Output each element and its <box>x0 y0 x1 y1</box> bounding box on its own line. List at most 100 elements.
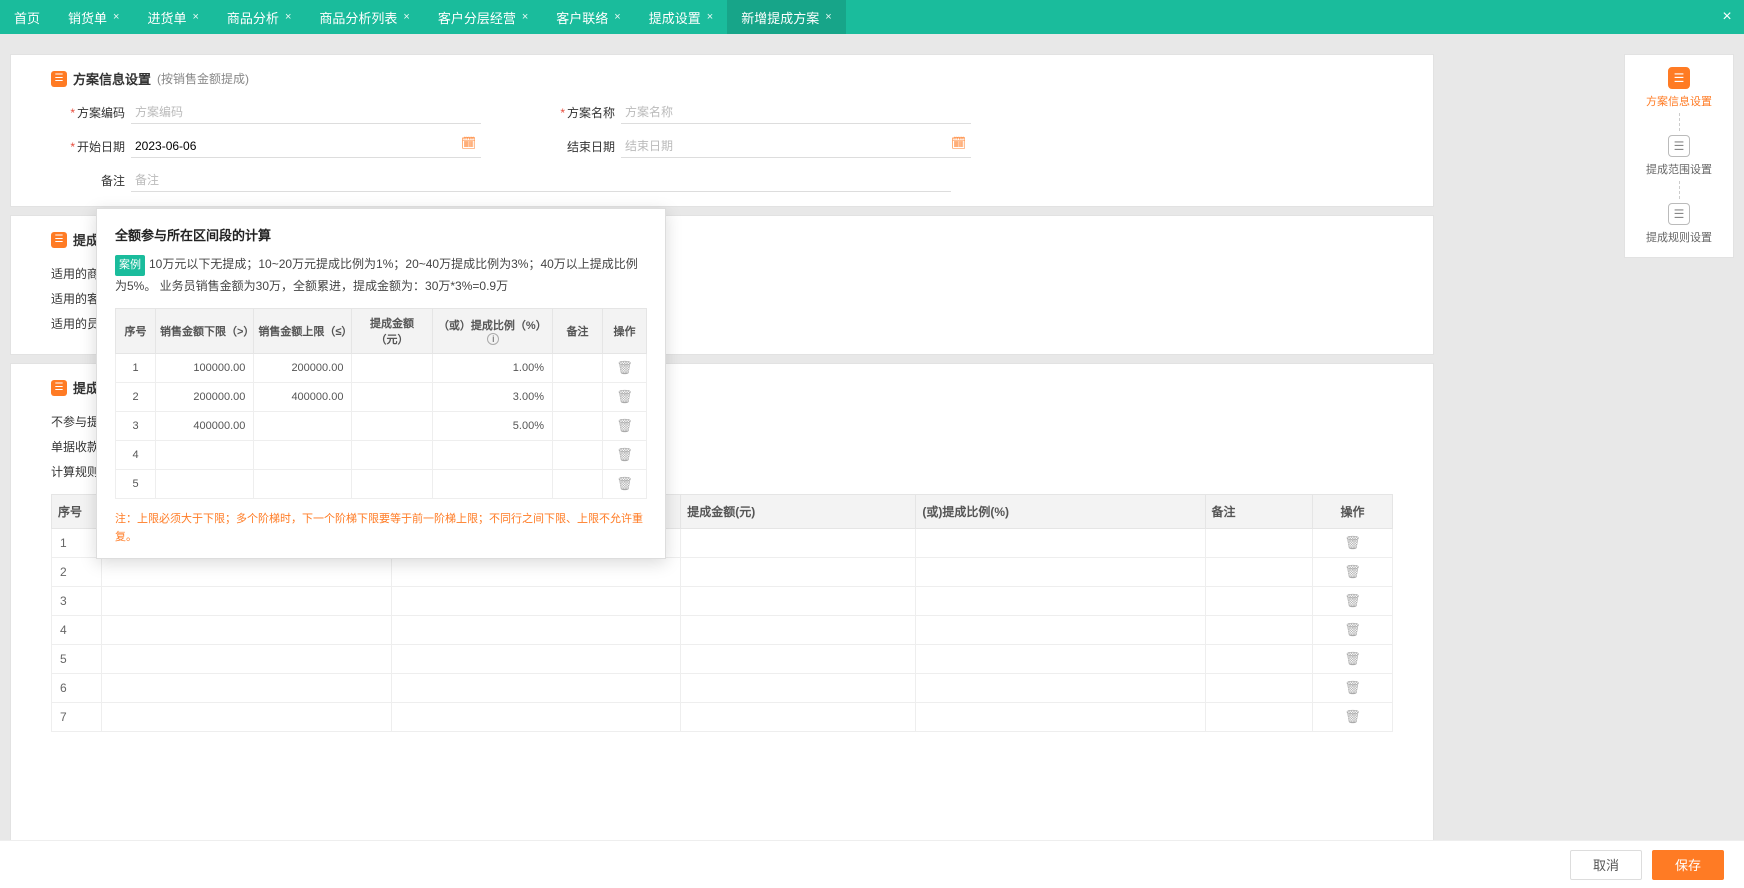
cell-amount[interactable] <box>681 703 916 732</box>
cell-remark[interactable] <box>553 470 603 499</box>
calendar-icon[interactable]: 🗓 <box>951 136 967 152</box>
cell-high[interactable] <box>392 645 681 674</box>
cell-ratio[interactable] <box>916 645 1205 674</box>
close-icon[interactable]: × <box>285 11 291 23</box>
cell-remark[interactable] <box>1205 703 1312 732</box>
cell-remark[interactable] <box>553 383 603 412</box>
trash-icon[interactable]: 🗑 <box>1344 622 1361 637</box>
cell-ratio[interactable]: 5.00% <box>432 412 552 441</box>
cell-low[interactable] <box>102 558 392 587</box>
tab-purchase-order[interactable]: 进货单× <box>133 0 212 34</box>
cell-ratio[interactable] <box>916 529 1205 558</box>
tab-commission-settings[interactable]: 提成设置× <box>635 0 727 34</box>
cell-ratio[interactable]: 3.00% <box>432 383 552 412</box>
cell-low[interactable] <box>102 674 392 703</box>
cell-low[interactable] <box>102 703 392 732</box>
trash-icon[interactable]: 🗑 <box>1344 535 1361 550</box>
input-end-date[interactable] <box>621 134 971 158</box>
cell-low[interactable] <box>102 645 392 674</box>
trash-icon[interactable]: 🗑 <box>1344 564 1361 579</box>
cell-remark[interactable] <box>1205 558 1312 587</box>
close-icon[interactable]: × <box>113 11 119 23</box>
cell-low[interactable] <box>156 470 254 499</box>
cell-low[interactable] <box>102 587 392 616</box>
trash-icon[interactable]: 🗑 <box>616 418 633 433</box>
cell-high[interactable] <box>392 703 681 732</box>
input-remark[interactable] <box>131 168 951 192</box>
cell-remark[interactable] <box>1205 529 1312 558</box>
cell-amount[interactable] <box>352 470 432 499</box>
tab-product-analysis-list[interactable]: 商品分析列表× <box>305 0 423 34</box>
cell-high[interactable] <box>392 558 681 587</box>
trash-icon[interactable]: 🗑 <box>1344 593 1361 608</box>
trash-icon[interactable]: 🗑 <box>616 447 633 462</box>
cell-amount[interactable] <box>681 587 916 616</box>
trash-icon[interactable]: 🗑 <box>616 389 633 404</box>
cell-high[interactable] <box>254 441 352 470</box>
cell-high[interactable] <box>254 470 352 499</box>
cell-amount[interactable] <box>681 616 916 645</box>
cell-ratio[interactable]: 1.00% <box>432 354 552 383</box>
tab-new-commission-plan[interactable]: 新增提成方案× <box>727 0 845 34</box>
save-button[interactable]: 保存 <box>1652 850 1724 880</box>
tab-home[interactable]: 首页 <box>0 0 54 34</box>
cancel-button[interactable]: 取消 <box>1570 850 1642 880</box>
cell-high[interactable]: 200000.00 <box>254 354 352 383</box>
cell-amount[interactable] <box>681 645 916 674</box>
calendar-icon[interactable]: 🗓 <box>461 136 477 152</box>
cell-high[interactable] <box>254 412 352 441</box>
trash-icon[interactable]: 🗑 <box>1344 651 1361 666</box>
input-start-date[interactable] <box>131 134 481 158</box>
cell-remark[interactable] <box>1205 616 1312 645</box>
close-icon[interactable]: × <box>403 11 409 23</box>
tab-customer-contact[interactable]: 客户联络× <box>542 0 634 34</box>
tab-sales-order[interactable]: 销货单× <box>54 0 133 34</box>
cell-remark[interactable] <box>553 441 603 470</box>
info-icon[interactable]: i <box>487 333 499 345</box>
trash-icon[interactable]: 🗑 <box>616 476 633 491</box>
cell-high[interactable]: 400000.00 <box>254 383 352 412</box>
cell-ratio[interactable] <box>916 587 1205 616</box>
cell-amount[interactable] <box>681 674 916 703</box>
cell-amount[interactable] <box>681 558 916 587</box>
cell-amount[interactable] <box>352 354 432 383</box>
cell-low[interactable] <box>102 616 392 645</box>
cell-ratio[interactable] <box>916 703 1205 732</box>
input-plan-code[interactable] <box>131 100 481 124</box>
cell-ratio[interactable] <box>432 441 552 470</box>
close-icon[interactable]: × <box>522 11 528 23</box>
cell-ratio[interactable] <box>916 674 1205 703</box>
cell-high[interactable] <box>392 587 681 616</box>
side-nav-scope[interactable]: ☰ 提成范围设置 <box>1646 135 1712 177</box>
cell-remark[interactable] <box>553 354 603 383</box>
cell-high[interactable] <box>392 674 681 703</box>
cell-low[interactable] <box>156 441 254 470</box>
cell-low[interactable]: 100000.00 <box>156 354 254 383</box>
close-icon[interactable]: × <box>825 11 831 23</box>
cell-ratio[interactable] <box>916 558 1205 587</box>
cell-amount[interactable] <box>681 529 916 558</box>
tab-product-analysis[interactable]: 商品分析× <box>213 0 305 34</box>
cell-remark[interactable] <box>1205 674 1312 703</box>
cell-low[interactable]: 400000.00 <box>156 412 254 441</box>
input-plan-name[interactable] <box>621 100 971 124</box>
close-icon[interactable]: × <box>192 11 198 23</box>
close-icon[interactable]: × <box>614 11 620 23</box>
cell-amount[interactable] <box>352 412 432 441</box>
side-nav-plan-info[interactable]: ☰ 方案信息设置 <box>1646 67 1712 109</box>
trash-icon[interactable]: 🗑 <box>616 360 633 375</box>
cell-low[interactable]: 200000.00 <box>156 383 254 412</box>
cell-high[interactable] <box>392 616 681 645</box>
cell-remark[interactable] <box>1205 587 1312 616</box>
close-icon[interactable]: × <box>707 11 713 23</box>
trash-icon[interactable]: 🗑 <box>1344 680 1361 695</box>
trash-icon[interactable]: 🗑 <box>1344 709 1361 724</box>
cell-ratio[interactable] <box>916 616 1205 645</box>
cell-ratio[interactable] <box>432 470 552 499</box>
cell-remark[interactable] <box>553 412 603 441</box>
close-all-tabs-button[interactable]: × <box>1710 0 1744 34</box>
cell-remark[interactable] <box>1205 645 1312 674</box>
side-nav-rule[interactable]: ☰ 提成规则设置 <box>1646 203 1712 245</box>
cell-amount[interactable] <box>352 383 432 412</box>
cell-amount[interactable] <box>352 441 432 470</box>
